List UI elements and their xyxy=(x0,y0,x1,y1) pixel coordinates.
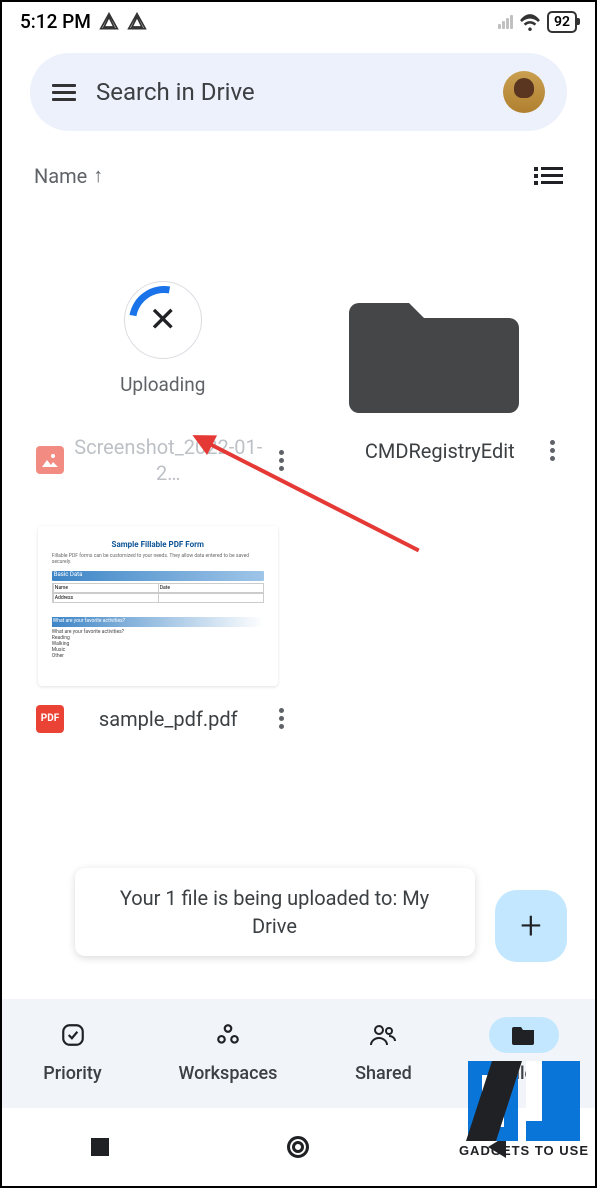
menu-icon[interactable] xyxy=(52,84,76,101)
pdf-icon: PDF xyxy=(36,705,64,733)
nav-shared[interactable]: Shared xyxy=(348,1017,418,1084)
workspaces-icon xyxy=(215,1022,241,1048)
avatar[interactable] xyxy=(503,71,545,113)
file-item-uploading[interactable]: ✕ Uploading Screenshot_2022-01-2… xyxy=(32,258,294,486)
upload-spinner[interactable]: ✕ xyxy=(124,281,202,359)
drive-icon xyxy=(99,12,119,32)
more-icon[interactable] xyxy=(273,444,290,477)
more-icon[interactable] xyxy=(273,702,290,735)
file-name: Screenshot_2022-01-2… xyxy=(74,434,263,486)
nav-priority[interactable]: Priority xyxy=(38,1017,108,1084)
shared-icon xyxy=(369,1022,397,1048)
view-toggle-icon[interactable] xyxy=(534,167,563,185)
drive-icon xyxy=(127,12,147,32)
status-time: 5:12 PM xyxy=(20,10,91,33)
folder-name: CMDRegistryEdit xyxy=(346,438,535,464)
home-button[interactable] xyxy=(287,1136,309,1158)
more-icon[interactable] xyxy=(544,434,561,467)
file-item-pdf[interactable]: Sample Fillable PDF Form Fillable PDF fo… xyxy=(32,526,294,735)
uploading-label: Uploading xyxy=(120,373,205,396)
wifi-icon xyxy=(519,13,541,31)
watermark: GADGETS TO USE xyxy=(459,1061,589,1158)
file-name: sample_pdf.pdf xyxy=(74,706,263,732)
battery-icon: 92 xyxy=(547,11,577,33)
sort-header: Name ↑ xyxy=(2,143,595,208)
add-button[interactable]: + xyxy=(495,890,567,962)
nav-workspaces[interactable]: Workspaces xyxy=(179,1017,278,1084)
file-item-folder[interactable]: CMDRegistryEdit xyxy=(304,258,566,486)
status-bar: 5:12 PM 92 xyxy=(2,2,595,41)
files-icon xyxy=(512,1025,536,1045)
sort-button[interactable]: Name ↑ xyxy=(34,163,103,188)
priority-icon xyxy=(60,1022,86,1048)
signal-icon xyxy=(498,15,513,29)
search-bar[interactable]: Search in Drive xyxy=(30,53,567,131)
search-input[interactable]: Search in Drive xyxy=(96,78,483,106)
upload-toast: Your 1 file is being uploaded to: My Dri… xyxy=(75,868,475,956)
image-icon xyxy=(36,446,64,474)
arrow-up-icon: ↑ xyxy=(93,163,103,188)
file-grid: ✕ Uploading Screenshot_2022-01-2… CMDReg… xyxy=(2,208,595,735)
pdf-thumbnail: Sample Fillable PDF Form Fillable PDF fo… xyxy=(38,526,278,686)
recents-button[interactable] xyxy=(91,1138,109,1156)
folder-icon xyxy=(349,283,519,413)
